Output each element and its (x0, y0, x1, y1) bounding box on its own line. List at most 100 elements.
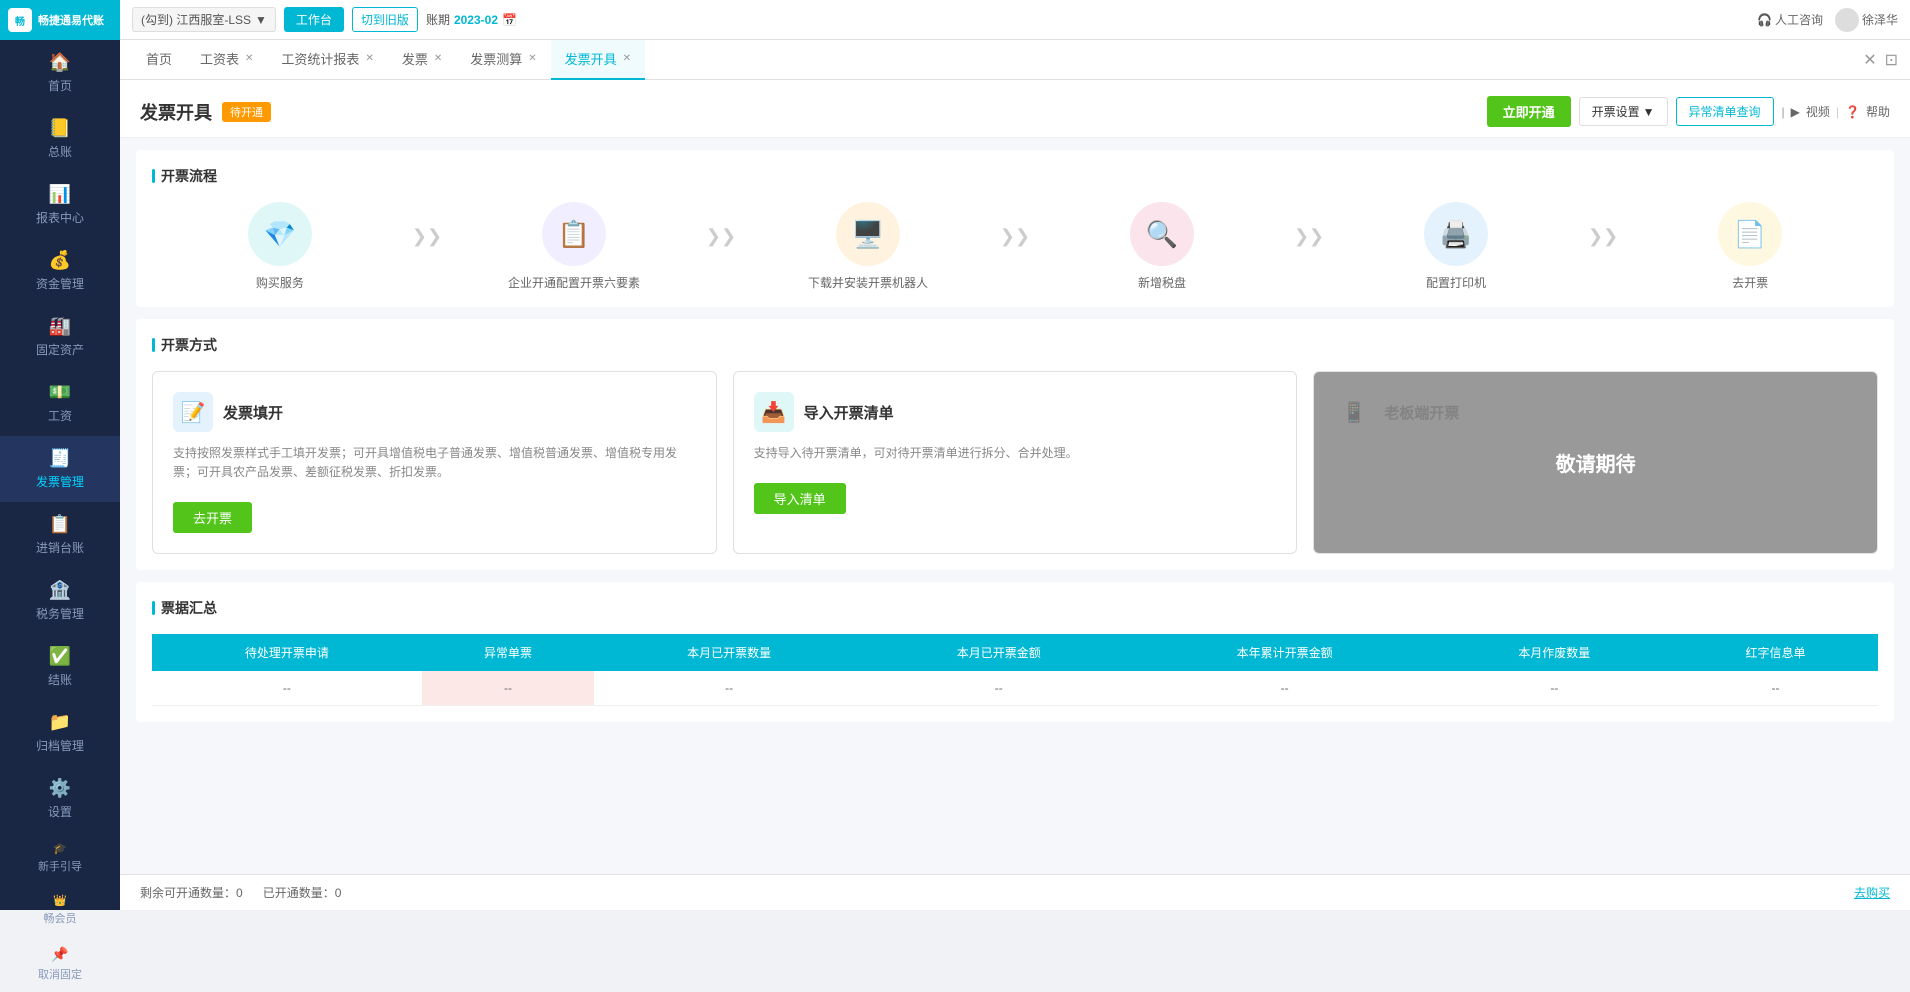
flow-arrow-1: ❯❯ (706, 226, 736, 267)
sidebar-item-purchases[interactable]: 📋进销台账 (0, 502, 120, 568)
flow-step-config-enterprise: 📋 企业开通配置开票六要素 (446, 202, 702, 291)
assets-icon: 🏭 (49, 316, 71, 337)
invoice-icon: 🧾 (49, 448, 71, 469)
flow-section: 开票流程 💎 购买服务 ❯❯ 📋 企业开通配置开票六要素 ❯❯ 🖥️ 下载并安装… (136, 150, 1894, 307)
tabs-actions: ✕ ⊡ (1863, 50, 1898, 70)
summary-cell-0-2: -- (594, 671, 864, 706)
topbar-left: (勾到) 江西服室-LSS ▼ 工作台 切到旧版 账期 2023-02 📅 (132, 7, 517, 32)
summary-col-0: 待处理开票申请 (152, 634, 422, 671)
tab-invoice-calc[interactable]: 发票测算✕ (456, 40, 550, 80)
sidebar-item-settle[interactable]: ✅ 结账 (0, 634, 120, 700)
tab-invoice-tool[interactable]: 发票开具✕ (551, 40, 645, 80)
sidebar-item-archive[interactable]: 📁归档管理 (0, 700, 120, 766)
page-actions: 立即开通 开票设置 ▼ 异常清单查询 | ▶ 视频 | ❓ 帮助 (1487, 96, 1890, 127)
tab-salary-table[interactable]: 工资表✕ (186, 40, 267, 80)
sidebar-item-home[interactable]: 🏠首页 (0, 40, 120, 106)
method-card-manual-fill: 📝 发票填开 支持按照发票样式手工填开发票；可开具增值税电子普通发票、增值税普通… (152, 371, 717, 554)
close-tab-icon[interactable]: ✕ (1863, 50, 1876, 70)
tab-label-home: 首页 (146, 49, 172, 68)
sidebar-label-settle: 结账 (48, 671, 72, 688)
tab-home[interactable]: 首页 (132, 40, 186, 80)
summary-cell-0-5: -- (1436, 671, 1673, 706)
sidebar-label-reports: 报表中心 (36, 209, 84, 226)
status-badge: 待开通 (222, 102, 271, 122)
sidebar-bottom-nav: 🎓新手引导👑畅会员 (0, 832, 120, 936)
method-title-manual-fill: 发票填开 (223, 402, 283, 423)
salary-icon: 💵 (49, 382, 71, 403)
sidebar-bottom-newbie[interactable]: 🎓新手引导 (0, 832, 120, 884)
help-icon: ❓ (1845, 105, 1860, 119)
flow-step-icon-add-taxbox: 🔍 (1130, 202, 1194, 266)
period-label: 账期 (426, 11, 450, 28)
user-name: 徐泽华 (1862, 11, 1898, 28)
open-now-button[interactable]: 立即开通 (1487, 96, 1571, 127)
sidebar-item-invoice[interactable]: 🧾发票管理 (0, 436, 120, 502)
sidebar-pin[interactable]: 📌 取消固定 (0, 936, 120, 992)
page-header: 发票开具 待开通 立即开通 开票设置 ▼ 异常清单查询 | ▶ 视频 | ❓ 帮… (120, 80, 1910, 138)
tax-icon: 🏦 (49, 580, 71, 601)
method-icon-manual-fill: 📝 (173, 392, 213, 432)
tab-close-salary-stats[interactable]: ✕ (365, 53, 373, 64)
support-item[interactable]: 🎧 人工咨询 (1757, 11, 1823, 28)
flow-section-title: 开票流程 (152, 166, 1878, 186)
sidebar-item-tax[interactable]: 🏦税务管理 (0, 568, 120, 634)
pin-label: 取消固定 (38, 966, 82, 982)
flow-arrow-0: ❯❯ (412, 226, 442, 267)
sidebar-label-settings: 设置 (48, 803, 72, 820)
sidebar-item-reports[interactable]: 📊报表中心 (0, 172, 120, 238)
summary-col-1: 异常单票 (422, 634, 595, 671)
summary-col-2: 本月已开票数量 (594, 634, 864, 671)
main-content: (勾到) 江西服室-LSS ▼ 工作台 切到旧版 账期 2023-02 📅 🎧 … (120, 0, 1910, 910)
company-selector[interactable]: (勾到) 江西服室-LSS ▼ (132, 7, 276, 32)
period-calendar-icon[interactable]: 📅 (502, 13, 517, 27)
method-title-import-list: 导入开票清单 (804, 402, 894, 423)
user-avatar (1835, 8, 1859, 32)
open-settings-button[interactable]: 开票设置 ▼ (1579, 97, 1668, 126)
table-row: -------------- (152, 671, 1878, 706)
tab-invoice-list[interactable]: 发票✕ (388, 40, 456, 80)
remaining-label: 剩余可开通数量：0 (140, 884, 243, 901)
summary-cell-0-3: -- (864, 671, 1134, 706)
tab-close-invoice-calc[interactable]: ✕ (528, 53, 536, 64)
app-logo: 畅 畅捷通易代账 (0, 0, 120, 40)
buy-link[interactable]: 去购买 (1854, 884, 1890, 901)
tab-close-invoice-list[interactable]: ✕ (434, 53, 442, 64)
sidebar-bottom-member[interactable]: 👑畅会员 (0, 884, 120, 936)
ledger-icon: 📒 (49, 118, 71, 139)
settings-icon: ⚙️ (49, 778, 71, 799)
switch-old-button[interactable]: 切到旧版 (352, 7, 418, 32)
tab-close-salary-table[interactable]: ✕ (245, 53, 253, 64)
tab-close-invoice-tool[interactable]: ✕ (623, 53, 631, 64)
sidebar-item-capital[interactable]: 💰 资金管理 (0, 238, 120, 304)
user-item[interactable]: 徐泽华 (1835, 8, 1898, 32)
method-btn-manual-fill[interactable]: 去开票 (173, 502, 252, 533)
flow-step-issue-invoice: 📄 去开票 (1622, 202, 1878, 291)
coming-soon-boss-terminal: 敬请期待 (1314, 372, 1877, 553)
flow-step-icon-buy-service: 💎 (248, 202, 312, 266)
video-icon: ▶ (1791, 105, 1800, 119)
method-btn-import-list[interactable]: 导入清单 (754, 483, 846, 514)
sidebar-label-capital: 资金管理 (36, 275, 84, 292)
summary-thead: 待处理开票申请异常单票本月已开票数量本月已开票金额本年累计开票金额本月作废数量红… (152, 634, 1878, 671)
company-label: (勾到) 江西服室-LSS (141, 11, 251, 28)
newbie-icon: 🎓 (53, 842, 67, 855)
methods-section-title: 开票方式 (152, 335, 1878, 355)
sidebar-item-settings[interactable]: ⚙️ 设置 (0, 766, 120, 832)
flow-step-label-issue-invoice: 去开票 (1732, 274, 1768, 291)
summary-cell-0-1: -- (422, 671, 595, 706)
settle-icon: ✅ (49, 646, 71, 667)
method-header-import-list: 📥 导入开票清单 (754, 392, 1277, 432)
flow-step-icon-config-enterprise: 📋 (542, 202, 606, 266)
sidebar-item-assets[interactable]: 🏭固定资产 (0, 304, 120, 370)
home-icon: 🏠 (49, 52, 71, 73)
capital-icon: 💰 (49, 250, 71, 271)
exception-query-button[interactable]: 异常清单查询 (1676, 97, 1774, 126)
opened-label: 已开通数量：0 (263, 884, 342, 901)
sidebar-item-salary[interactable]: 💵工资 (0, 370, 120, 436)
flow-step-label-buy-service: 购买服务 (256, 274, 304, 291)
summary-col-3: 本月已开票金额 (864, 634, 1134, 671)
tab-salary-stats[interactable]: 工资统计报表✕ (267, 40, 387, 80)
workspace-button[interactable]: 工作台 (284, 7, 344, 32)
restore-icon[interactable]: ⊡ (1885, 50, 1898, 70)
sidebar-item-ledger[interactable]: 📒总账 (0, 106, 120, 172)
